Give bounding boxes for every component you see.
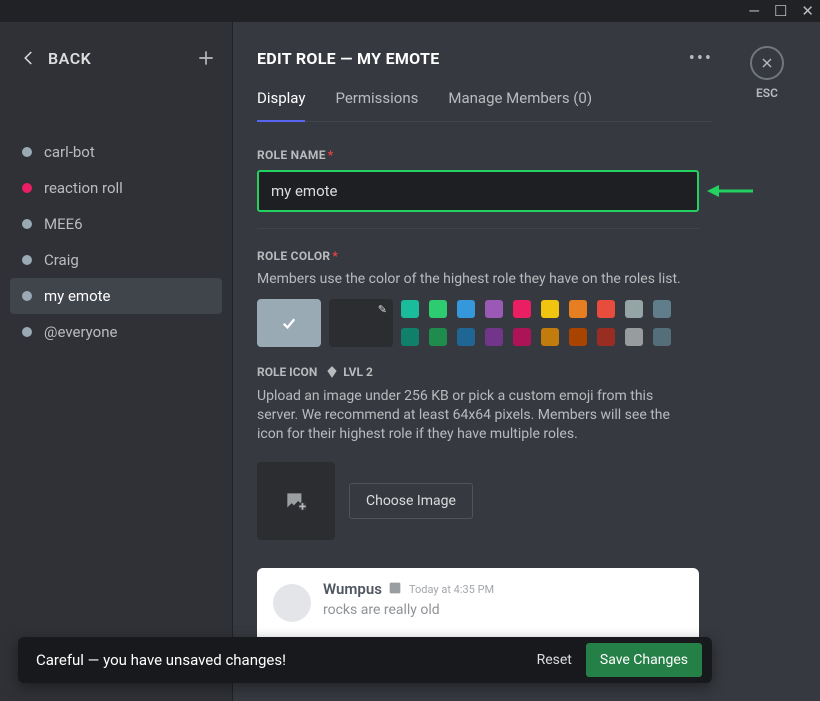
close-window-button[interactable]: ✕ <box>801 4 814 19</box>
back-label: BACK <box>48 49 91 68</box>
eyedropper-icon: ✎ <box>378 303 387 316</box>
roles-sidebar: BACK carl-bot reaction roll MEE6 Craig my em… <box>0 22 232 701</box>
color-swatch[interactable] <box>597 300 615 318</box>
role-color-dot <box>22 219 32 229</box>
color-swatch[interactable] <box>485 328 503 346</box>
divider <box>257 228 699 229</box>
role-color-help: Members use the color of the highest rol… <box>257 271 713 287</box>
preview-message: rocks are really old <box>323 602 440 618</box>
color-swatch[interactable] <box>569 328 587 346</box>
role-name-label: ROLE NAME* <box>257 148 713 162</box>
custom-color-swatch[interactable]: ✎ <box>329 299 393 347</box>
role-name-label: reaction roll <box>44 179 123 197</box>
role-color-dot <box>22 291 32 301</box>
role-icon-label: ROLE ICON <box>257 365 317 379</box>
main-panel[interactable]: ESC EDIT ROLE — MY EMOTE ••• Display Perm… <box>232 22 820 701</box>
role-name-label: @everyone <box>44 323 117 341</box>
save-changes-button[interactable]: Save Changes <box>586 643 702 677</box>
tab-manage-members-[interactable]: Manage Members (0) <box>448 89 592 121</box>
boost-gem-icon <box>325 365 339 379</box>
app-window: — ☐ ✕ BACK carl-bot reaction roll MEE6 Crai… <box>0 0 820 701</box>
role-color-dot <box>22 327 32 337</box>
toast-text: Careful — you have unsaved changes! <box>36 651 523 669</box>
role-list-item[interactable]: reaction roll <box>10 170 222 206</box>
role-list-item[interactable]: carl-bot <box>10 134 222 170</box>
role-name-label: Craig <box>44 251 79 269</box>
color-swatch[interactable] <box>457 300 475 318</box>
role-icon-help: Upload an image under 256 KB or pick a c… <box>257 387 697 444</box>
esc-label: ESC <box>756 86 778 100</box>
role-name-label: MEE6 <box>44 215 83 233</box>
role-color-dot <box>22 147 32 157</box>
role-preview-card: Wumpus Today at 4:35 PM rocks are really… <box>257 568 699 638</box>
tab-permissions[interactable]: Permissions <box>335 89 418 121</box>
preview-role-icon <box>387 580 403 600</box>
color-picker: ✎ <box>257 299 713 347</box>
reset-button[interactable]: Reset <box>523 644 586 676</box>
role-list-item[interactable]: Craig <box>10 242 222 278</box>
arrow-left-icon <box>20 49 38 67</box>
role-list-item[interactable]: @everyone <box>10 314 222 350</box>
tab-display[interactable]: Display <box>257 89 305 121</box>
titlebar: — ☐ ✕ <box>0 0 820 22</box>
preview-username: Wumpus <box>323 580 382 598</box>
maximize-button[interactable]: ☐ <box>774 4 787 19</box>
color-swatch[interactable] <box>653 300 671 318</box>
choose-image-button[interactable]: Choose Image <box>349 483 473 519</box>
role-name-label: carl-bot <box>44 143 95 161</box>
role-color-dot <box>22 183 32 193</box>
color-swatch[interactable] <box>401 300 419 318</box>
close-icon <box>759 55 775 71</box>
color-swatch[interactable] <box>625 300 643 318</box>
avatar <box>273 584 311 622</box>
role-color-dot <box>22 255 32 265</box>
preview-timestamp: Today at 4:35 PM <box>409 583 494 596</box>
more-options-button[interactable]: ••• <box>689 48 713 69</box>
color-swatch[interactable] <box>653 328 671 346</box>
role-color-label: ROLE COLOR* <box>257 249 713 263</box>
color-swatch[interactable] <box>541 328 559 346</box>
color-swatch[interactable] <box>513 328 531 346</box>
color-swatch[interactable] <box>625 328 643 346</box>
tabs: Display Permissions Manage Members (0) <box>257 89 713 122</box>
color-swatch[interactable] <box>485 300 503 318</box>
color-swatch[interactable] <box>457 328 475 346</box>
role-list-item[interactable]: my emote <box>10 278 222 314</box>
color-swatch[interactable] <box>541 300 559 318</box>
role-name-input[interactable] <box>257 170 699 212</box>
minimize-button[interactable]: — <box>748 4 760 19</box>
role-icon-upload[interactable] <box>257 462 335 540</box>
role-name-label: my emote <box>44 287 111 305</box>
color-swatch[interactable] <box>597 328 615 346</box>
color-swatch[interactable] <box>401 328 419 346</box>
page-title: EDIT ROLE — MY EMOTE <box>257 49 440 68</box>
color-swatch[interactable] <box>513 300 531 318</box>
default-color-swatch[interactable] <box>257 299 321 347</box>
add-image-icon <box>283 488 309 514</box>
add-role-button[interactable] <box>196 48 216 68</box>
back-button[interactable]: BACK <box>20 49 91 68</box>
close-button[interactable] <box>750 46 784 80</box>
role-list-item[interactable]: MEE6 <box>10 206 222 242</box>
color-swatch[interactable] <box>569 300 587 318</box>
role-list: carl-bot reaction roll MEE6 Craig my emote @e… <box>10 134 222 350</box>
check-icon <box>280 314 298 332</box>
boost-level-badge: LVL 2 <box>325 365 373 379</box>
unsaved-changes-toast: Careful — you have unsaved changes! Rese… <box>18 637 712 683</box>
annotation-arrow-icon <box>707 184 753 198</box>
color-swatch[interactable] <box>429 300 447 318</box>
color-swatch[interactable] <box>429 328 447 346</box>
